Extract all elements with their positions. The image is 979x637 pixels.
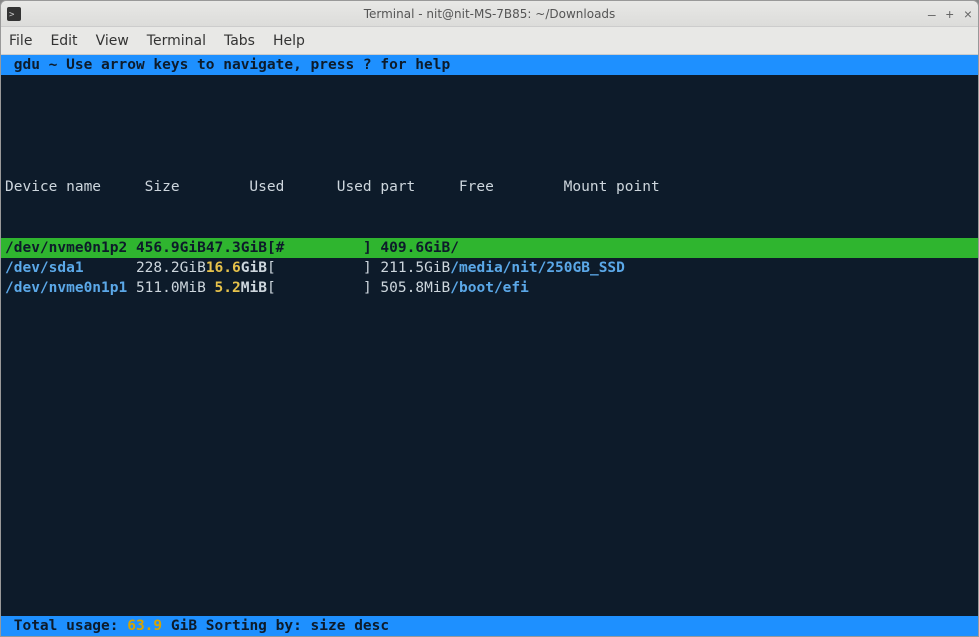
terminal-body: Device name SizeUsedUsed partFreeMount p…: [1, 75, 978, 615]
menu-terminal[interactable]: Terminal: [147, 33, 206, 49]
size-unit: GiB: [180, 238, 206, 258]
col-device: Device name: [5, 177, 136, 197]
menu-file[interactable]: File: [9, 33, 32, 49]
footer-total: 63.9: [127, 618, 162, 634]
usage-bar: [ ]: [267, 258, 372, 278]
table-row[interactable]: /dev/nvme0n1p1 511.0 MiB 5.2 MiB [ ] 505…: [1, 278, 978, 298]
svg-text:>: >: [9, 10, 15, 20]
minimize-button[interactable]: –: [928, 6, 936, 22]
used-unit: GiB: [241, 238, 267, 258]
titlebar[interactable]: > Terminal - nit@nit-MS-7B85: ~/Download…: [1, 1, 978, 27]
device-name: /dev/nvme0n1p2: [5, 238, 136, 258]
used-unit: MiB: [241, 278, 267, 298]
gdu-footer: Total usage: 63.9 GiB Sorting by: size d…: [1, 616, 978, 636]
size-unit: GiB: [180, 258, 206, 278]
menu-help[interactable]: Help: [273, 33, 305, 49]
used-value: 47.3: [206, 238, 241, 258]
menu-view[interactable]: View: [96, 33, 129, 49]
app-icon: >: [7, 7, 21, 21]
footer-prefix: Total usage:: [5, 618, 127, 634]
free-value: 211.5: [372, 258, 424, 278]
gdu-header: gdu ~ Use arrow keys to navigate, press …: [1, 55, 978, 75]
free-unit: GiB: [424, 238, 450, 258]
used-unit: GiB: [241, 258, 267, 278]
mount-point: /media/nit/250GB_SSD: [450, 258, 625, 278]
menu-tabs[interactable]: Tabs: [224, 33, 255, 49]
terminal-area[interactable]: gdu ~ Use arrow keys to navigate, press …: [1, 55, 978, 636]
size-unit: MiB: [180, 278, 206, 298]
col-free: Free: [459, 177, 564, 197]
used-value: 16.6: [206, 258, 241, 278]
maximize-button[interactable]: +: [946, 6, 954, 22]
usage-bar: [# ]: [267, 238, 372, 258]
device-rows: /dev/nvme0n1p2 456.9 GiB 47.3 GiB [# ] 4…: [1, 238, 978, 299]
column-headers: Device name SizeUsedUsed partFreeMount p…: [1, 177, 978, 197]
free-value: 505.8: [372, 278, 424, 298]
used-value: 5.2: [206, 278, 241, 298]
size-value: 456.9: [136, 238, 180, 258]
mount-point: /: [450, 238, 459, 258]
col-mount: Mount point: [564, 177, 660, 197]
table-row[interactable]: /dev/nvme0n1p2 456.9 GiB 47.3 GiB [# ] 4…: [1, 238, 978, 258]
window-controls: – + ×: [928, 6, 972, 22]
device-name: /dev/sda1: [5, 258, 136, 278]
free-value: 409.6: [372, 238, 424, 258]
mount-point: /boot/efi: [450, 278, 529, 298]
col-size: Size: [145, 177, 250, 197]
usage-bar: [ ]: [267, 278, 372, 298]
size-value: 228.2: [136, 258, 180, 278]
terminal-window: > Terminal - nit@nit-MS-7B85: ~/Download…: [0, 0, 979, 637]
menu-edit[interactable]: Edit: [50, 33, 77, 49]
col-used-part: Used part: [337, 177, 459, 197]
free-unit: GiB: [424, 258, 450, 278]
free-unit: MiB: [424, 278, 450, 298]
blank-line: [1, 116, 978, 136]
size-value: 511.0: [136, 278, 180, 298]
window-title: Terminal - nit@nit-MS-7B85: ~/Downloads: [364, 7, 616, 21]
col-used: Used: [249, 177, 336, 197]
close-button[interactable]: ×: [964, 6, 972, 22]
table-row[interactable]: /dev/sda1 228.2 GiB 16.6 GiB [ ] 211.5 G…: [1, 258, 978, 278]
menubar: File Edit View Terminal Tabs Help: [1, 27, 978, 55]
footer-suffix: GiB Sorting by: size desc: [162, 618, 389, 634]
device-name: /dev/nvme0n1p1: [5, 278, 136, 298]
